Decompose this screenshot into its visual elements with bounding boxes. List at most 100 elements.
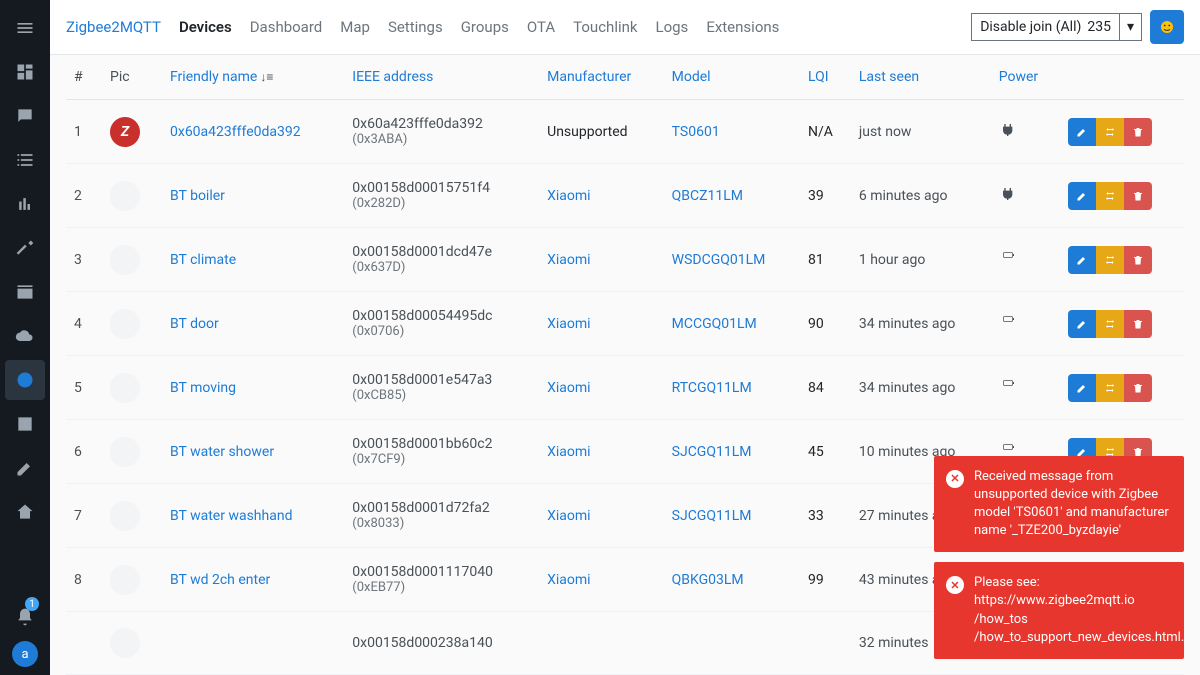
lqi-value: 33	[800, 484, 851, 548]
col-friendly[interactable]: Friendly name↓≡	[162, 55, 344, 100]
lqi-value	[800, 612, 851, 675]
sidebar-dashboard-icon[interactable]	[5, 52, 45, 92]
notification-badge: 1	[25, 597, 39, 611]
ieee-short: (0x637D)	[352, 260, 531, 275]
delete-button[interactable]	[1124, 374, 1152, 402]
lqi-value: 39	[800, 164, 851, 228]
permit-join-select[interactable]: Disable join (All) 235 ▾	[971, 13, 1142, 41]
ieee-short: (0x0706)	[352, 324, 531, 339]
col-lqi[interactable]: LQI	[800, 55, 851, 100]
ieee-address: 0x00158d0001dcd47e	[352, 244, 531, 260]
nav-devices[interactable]: Devices	[179, 18, 232, 36]
manufacturer-link[interactable]: Xiaomi	[547, 380, 590, 396]
delete-button[interactable]	[1124, 118, 1152, 146]
nav-settings[interactable]: Settings	[388, 18, 443, 36]
ieee-address: 0x00158d00054495dc	[352, 308, 531, 324]
model-link[interactable]: QBCZ11LM	[672, 188, 743, 204]
rename-button[interactable]	[1068, 182, 1096, 210]
friendly-name-link[interactable]: BT boiler	[170, 188, 225, 204]
sidebar-list-icon[interactable]	[5, 140, 45, 180]
manufacturer-link[interactable]: Xiaomi	[547, 316, 590, 332]
sidebar-media-icon[interactable]	[5, 404, 45, 444]
friendly-name-link[interactable]: BT wd 2ch enter	[170, 572, 270, 588]
reconfigure-button[interactable]	[1096, 310, 1124, 338]
friendly-name-link[interactable]: 0x60a423fffe0da392	[170, 124, 301, 140]
lqi-value: 99	[800, 548, 851, 612]
nav-ota[interactable]: OTA	[527, 18, 555, 36]
manufacturer-text: Unsupported	[547, 124, 627, 140]
ieee-address: 0x00158d0001d72fa2	[352, 500, 531, 516]
sidebar-cloud-icon[interactable]	[5, 316, 45, 356]
friendly-name-link[interactable]: BT water shower	[170, 444, 274, 460]
col-power[interactable]: Power	[991, 55, 1060, 100]
chevron-down-icon[interactable]: ▾	[1119, 14, 1141, 40]
manufacturer-link[interactable]: Xiaomi	[547, 444, 590, 460]
nav-extensions[interactable]: Extensions	[706, 18, 779, 36]
nav-touchlink[interactable]: Touchlink	[573, 18, 637, 36]
delete-button[interactable]	[1124, 182, 1152, 210]
sidebar-pencil-icon[interactable]	[5, 448, 45, 488]
col-ieee[interactable]: IEEE address	[344, 55, 539, 100]
sidebar-zigbee-icon[interactable]	[5, 360, 45, 400]
nav-groups[interactable]: Groups	[461, 18, 509, 36]
friendly-name-link[interactable]: BT water washhand	[170, 508, 292, 524]
sidebar-chat-icon[interactable]	[5, 96, 45, 136]
row-number: 7	[66, 484, 102, 548]
reconfigure-button[interactable]	[1096, 182, 1124, 210]
toast-close-icon[interactable]: ✕	[946, 470, 964, 488]
rename-button[interactable]	[1068, 374, 1096, 402]
row-number: 3	[66, 228, 102, 292]
sidebar-wrench-icon[interactable]	[5, 228, 45, 268]
model-link[interactable]: QBKG03LM	[672, 572, 744, 588]
model-link[interactable]: WSDCGQ01LM	[672, 252, 766, 268]
manufacturer-link[interactable]: Xiaomi	[547, 508, 590, 524]
nav-map[interactable]: Map	[340, 18, 370, 36]
model-link[interactable]: RTCGQ11LM	[672, 380, 752, 396]
nav-logs[interactable]: Logs	[656, 18, 689, 36]
sidebar-menu-icon[interactable]	[5, 8, 45, 48]
manufacturer-link[interactable]: Xiaomi	[547, 252, 590, 268]
col-last-seen[interactable]: Last seen	[851, 55, 991, 100]
toast-close-icon[interactable]: ✕	[946, 576, 964, 594]
friendly-name-link[interactable]: BT door	[170, 316, 219, 332]
col-manufacturer[interactable]: Manufacturer	[539, 55, 664, 100]
table-row: 5 BT moving 0x00158d0001e547a3(0xCB85) X…	[66, 356, 1184, 420]
rename-button[interactable]	[1068, 118, 1096, 146]
manufacturer-link[interactable]: Xiaomi	[547, 188, 590, 204]
ieee-address: 0x00158d000238a140	[352, 635, 531, 651]
rename-button[interactable]	[1068, 246, 1096, 274]
friendly-name-link[interactable]: BT climate	[170, 252, 236, 268]
model-link[interactable]: TS0601	[672, 124, 720, 140]
delete-button[interactable]	[1124, 246, 1152, 274]
power-icon	[991, 292, 1060, 356]
col-actions	[1060, 55, 1184, 100]
model-link[interactable]: MCCGQ01LM	[672, 316, 757, 332]
reconfigure-button[interactable]	[1096, 374, 1124, 402]
delete-button[interactable]	[1124, 310, 1152, 338]
table-row: 4 BT door 0x00158d00054495dc(0x0706) Xia…	[66, 292, 1184, 356]
device-pic	[102, 228, 162, 292]
nav-dashboard[interactable]: Dashboard	[250, 18, 323, 36]
rename-button[interactable]	[1068, 310, 1096, 338]
sidebar-home-icon[interactable]	[5, 492, 45, 532]
manufacturer-link[interactable]: Xiaomi	[547, 572, 590, 588]
device-pic	[102, 548, 162, 612]
last-seen: 6 minutes ago	[851, 164, 991, 228]
model-link[interactable]: SJCGQ11LM	[672, 444, 752, 460]
reconfigure-button[interactable]	[1096, 118, 1124, 146]
status-face-button[interactable]	[1150, 10, 1184, 44]
friendly-name-link[interactable]: BT moving	[170, 380, 236, 396]
ieee-short: (0x282D)	[352, 196, 531, 211]
col-model[interactable]: Model	[664, 55, 800, 100]
sidebar-hacs-icon[interactable]	[5, 272, 45, 312]
row-number: 2	[66, 164, 102, 228]
sidebar-chart-icon[interactable]	[5, 184, 45, 224]
last-seen: 34 minutes ago	[851, 356, 991, 420]
reconfigure-button[interactable]	[1096, 246, 1124, 274]
brand-link[interactable]: Zigbee2MQTT	[66, 18, 161, 36]
sidebar-notifications-icon[interactable]: 1	[5, 597, 45, 637]
model-link[interactable]: SJCGQ11LM	[672, 508, 752, 524]
device-pic: Z	[102, 100, 162, 164]
user-avatar[interactable]: a	[12, 641, 38, 667]
table-row: 1 Z 0x60a423fffe0da392 0x60a423fffe0da39…	[66, 100, 1184, 164]
